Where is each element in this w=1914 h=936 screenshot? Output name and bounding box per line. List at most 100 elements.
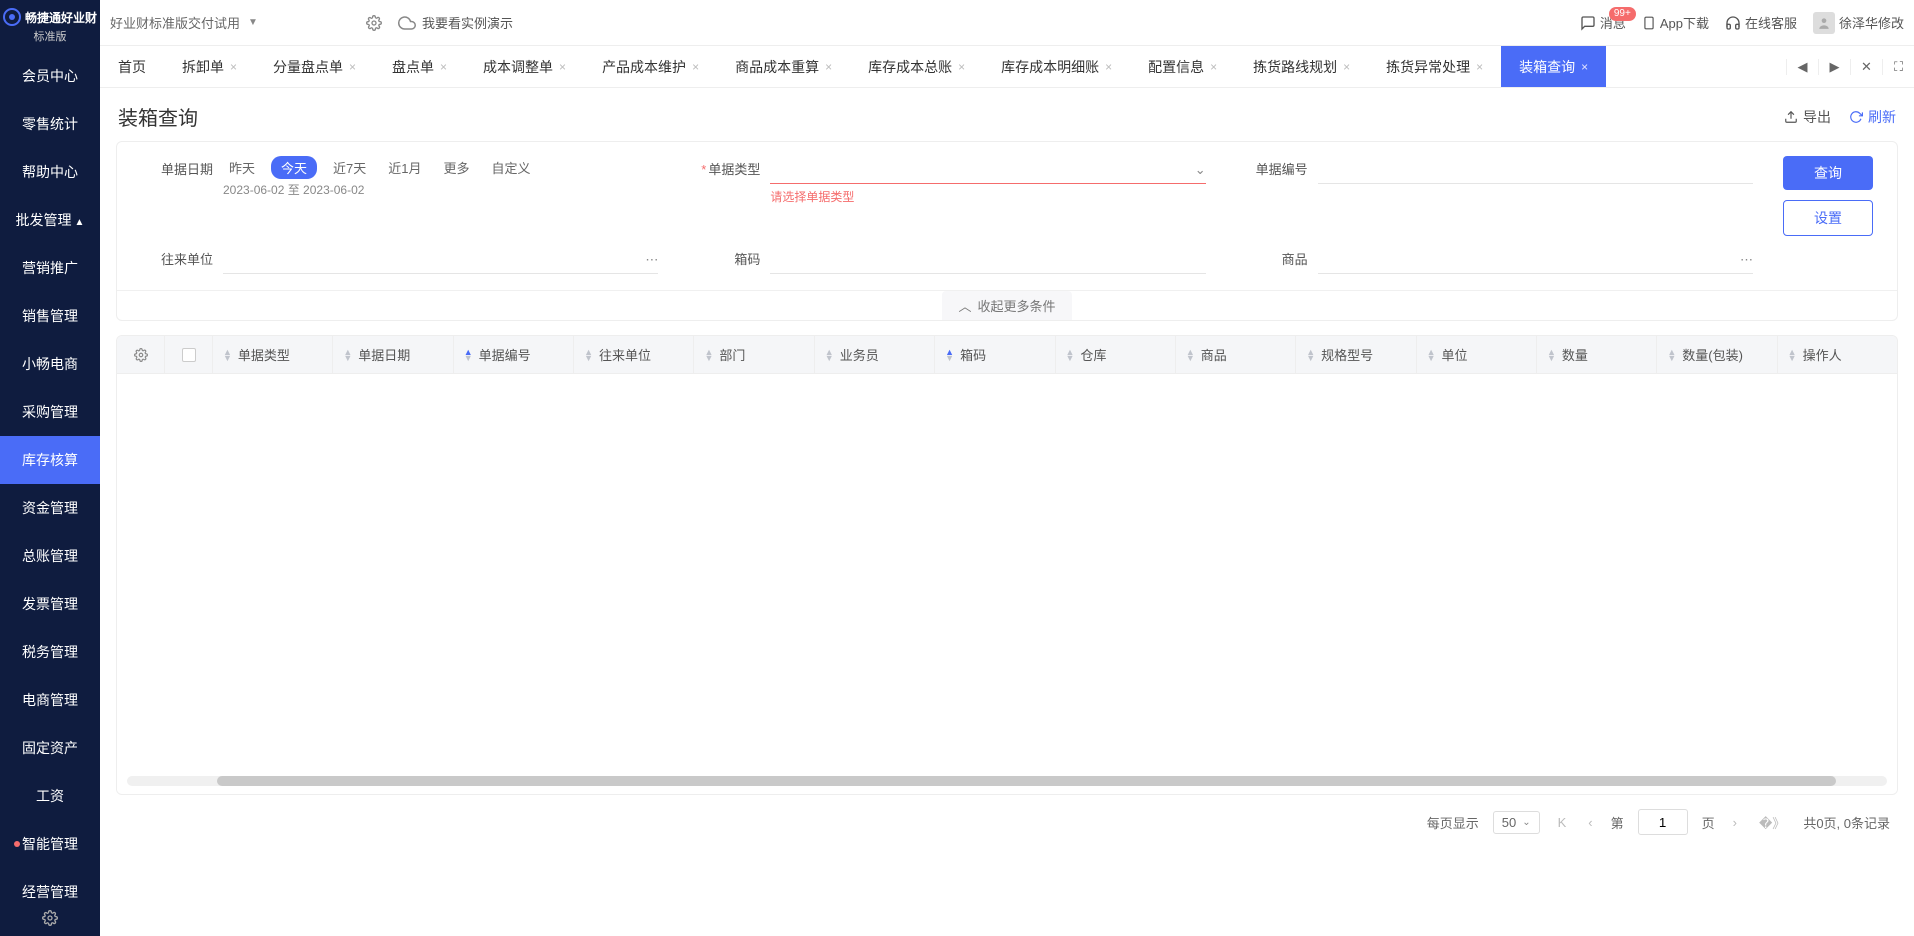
sidebar-item[interactable]: 经营管理 bbox=[0, 868, 100, 916]
sort-icon[interactable]: ▲▼ bbox=[1186, 349, 1195, 361]
sidebar-item[interactable]: 会员中心 bbox=[0, 52, 100, 100]
sort-icon[interactable]: ▲▼ bbox=[464, 349, 473, 361]
close-icon[interactable]: × bbox=[559, 60, 566, 74]
close-icon[interactable]: × bbox=[1343, 60, 1350, 74]
column-header[interactable]: ▲▼单据编号 bbox=[454, 336, 574, 373]
tab[interactable]: 配置信息× bbox=[1130, 46, 1235, 87]
chevron-down-icon[interactable]: ⌄ bbox=[1195, 162, 1206, 178]
sidebar-item[interactable]: 资金管理 bbox=[0, 484, 100, 532]
close-icon[interactable]: × bbox=[692, 60, 699, 74]
filter-goods-input[interactable] bbox=[1318, 246, 1753, 274]
sidebar-item[interactable]: 零售统计 bbox=[0, 100, 100, 148]
support-button[interactable]: 在线客服 bbox=[1725, 13, 1797, 32]
tab[interactable]: 分量盘点单× bbox=[255, 46, 374, 87]
sort-icon[interactable]: ▲▼ bbox=[1547, 349, 1556, 361]
more-icon[interactable]: ⋯ bbox=[645, 252, 658, 268]
product-selector[interactable]: 好业财标准版交付试用 ▼ bbox=[110, 13, 350, 32]
tabs-fullscreen-button[interactable]: ⛶ bbox=[1882, 59, 1914, 75]
tabs-close-button[interactable]: ✕ bbox=[1850, 59, 1882, 75]
date-quick-option[interactable]: 今天 bbox=[271, 156, 317, 179]
sort-icon[interactable]: ▲▼ bbox=[1667, 349, 1676, 361]
column-header[interactable]: ▲▼数量(包装) bbox=[1657, 336, 1777, 373]
sort-icon[interactable]: ▲▼ bbox=[945, 349, 954, 361]
tab[interactable]: 库存成本明细账× bbox=[983, 46, 1130, 87]
column-header[interactable]: ▲▼规格型号 bbox=[1296, 336, 1416, 373]
page-input[interactable] bbox=[1638, 809, 1688, 835]
column-header[interactable]: ▲▼单位 bbox=[1417, 336, 1537, 373]
date-quick-option[interactable]: 近1月 bbox=[382, 156, 427, 179]
sort-icon[interactable]: ▲▼ bbox=[825, 349, 834, 361]
column-header[interactable]: ▲▼单据日期 bbox=[333, 336, 453, 373]
messages-button[interactable]: 消息 99+ bbox=[1580, 13, 1626, 32]
sort-icon[interactable]: ▲▼ bbox=[1066, 349, 1075, 361]
column-header[interactable]: ▲▼箱码 bbox=[935, 336, 1055, 373]
close-icon[interactable]: × bbox=[1581, 60, 1588, 74]
sidebar-item[interactable]: 电商管理 bbox=[0, 676, 100, 724]
sidebar-item[interactable]: 总账管理 bbox=[0, 532, 100, 580]
tab[interactable]: 商品成本重算× bbox=[717, 46, 850, 87]
date-quick-option[interactable]: 昨天 bbox=[223, 156, 261, 179]
close-icon[interactable]: × bbox=[825, 60, 832, 74]
refresh-button[interactable]: 刷新 bbox=[1849, 107, 1896, 127]
close-icon[interactable]: × bbox=[349, 60, 356, 74]
sort-icon[interactable]: ▲▼ bbox=[223, 349, 232, 361]
date-quick-option[interactable]: 更多 bbox=[438, 156, 476, 179]
select-all-checkbox[interactable] bbox=[165, 336, 213, 373]
sort-icon[interactable]: ▲▼ bbox=[584, 349, 593, 361]
user-menu[interactable]: 徐泽华修改 bbox=[1813, 12, 1904, 34]
page-next-button[interactable]: › bbox=[1729, 815, 1741, 830]
column-header[interactable]: ▲▼数量 bbox=[1537, 336, 1657, 373]
sidebar-item[interactable]: 营销推广 bbox=[0, 244, 100, 292]
export-button[interactable]: 导出 bbox=[1784, 107, 1831, 127]
collapse-filters-button[interactable]: ︿ 收起更多条件 bbox=[942, 291, 1071, 320]
close-icon[interactable]: × bbox=[958, 60, 965, 74]
sidebar-item[interactable]: 小畅电商 bbox=[0, 340, 100, 388]
close-icon[interactable]: × bbox=[1476, 60, 1483, 74]
settings-button[interactable]: 设置 bbox=[1783, 200, 1873, 236]
tab[interactable]: 成本调整单× bbox=[465, 46, 584, 87]
sort-icon[interactable]: ▲▼ bbox=[704, 349, 713, 361]
date-quick-option[interactable]: 自定义 bbox=[486, 156, 537, 179]
page-first-button[interactable]: K bbox=[1554, 815, 1571, 830]
sidebar-item[interactable]: 帮助中心 bbox=[0, 148, 100, 196]
sidebar-item[interactable]: 批发管理▲ bbox=[0, 196, 100, 244]
topbar-settings-icon[interactable] bbox=[366, 15, 382, 31]
sidebar-item[interactable]: 销售管理 bbox=[0, 292, 100, 340]
close-icon[interactable]: × bbox=[230, 60, 237, 74]
sidebar-item[interactable]: 库存核算 bbox=[0, 436, 100, 484]
demo-link[interactable]: 我要看实例演示 bbox=[398, 13, 513, 32]
tab[interactable]: 盘点单× bbox=[374, 46, 465, 87]
horizontal-scrollbar[interactable] bbox=[127, 776, 1887, 786]
tab[interactable]: 拣货路线规划× bbox=[1235, 46, 1368, 87]
column-header[interactable]: ▲▼操作人 bbox=[1778, 336, 1897, 373]
sidebar-item[interactable]: 采购管理 bbox=[0, 388, 100, 436]
page-prev-button[interactable]: ‹ bbox=[1584, 815, 1596, 830]
sidebar-item[interactable]: 固定资产 bbox=[0, 724, 100, 772]
column-header[interactable]: ▲▼仓库 bbox=[1056, 336, 1176, 373]
per-page-select[interactable]: 50 ⌄ bbox=[1493, 811, 1540, 834]
filter-code-input[interactable] bbox=[1318, 156, 1753, 184]
sidebar-settings-icon[interactable] bbox=[42, 910, 58, 926]
close-icon[interactable]: × bbox=[1210, 60, 1217, 74]
sidebar-item[interactable]: 发票管理 bbox=[0, 580, 100, 628]
tab[interactable]: 库存成本总账× bbox=[850, 46, 983, 87]
query-button[interactable]: 查询 bbox=[1783, 156, 1873, 190]
tabs-next-button[interactable]: ▶ bbox=[1818, 59, 1850, 75]
tab[interactable]: 装箱查询× bbox=[1501, 46, 1606, 87]
column-header[interactable]: ▲▼部门 bbox=[694, 336, 814, 373]
sort-icon[interactable]: ▲▼ bbox=[1788, 349, 1797, 361]
filter-type-input[interactable] bbox=[770, 156, 1205, 184]
filter-box-input[interactable] bbox=[770, 246, 1205, 274]
column-header[interactable]: ▲▼业务员 bbox=[815, 336, 935, 373]
sidebar-item[interactable]: 税务管理 bbox=[0, 628, 100, 676]
column-header[interactable]: ▲▼往来单位 bbox=[574, 336, 694, 373]
app-download-button[interactable]: App下载 bbox=[1642, 13, 1709, 32]
date-quick-option[interactable]: 近7天 bbox=[327, 156, 372, 179]
more-icon[interactable]: ⋯ bbox=[1740, 252, 1753, 268]
page-last-button[interactable]: �》 bbox=[1755, 813, 1789, 832]
tab[interactable]: 首页 bbox=[100, 46, 164, 87]
table-settings-button[interactable] bbox=[117, 336, 165, 373]
filter-partner-input[interactable] bbox=[223, 246, 658, 274]
close-icon[interactable]: × bbox=[1105, 60, 1112, 74]
sort-icon[interactable]: ▲▼ bbox=[1306, 349, 1315, 361]
